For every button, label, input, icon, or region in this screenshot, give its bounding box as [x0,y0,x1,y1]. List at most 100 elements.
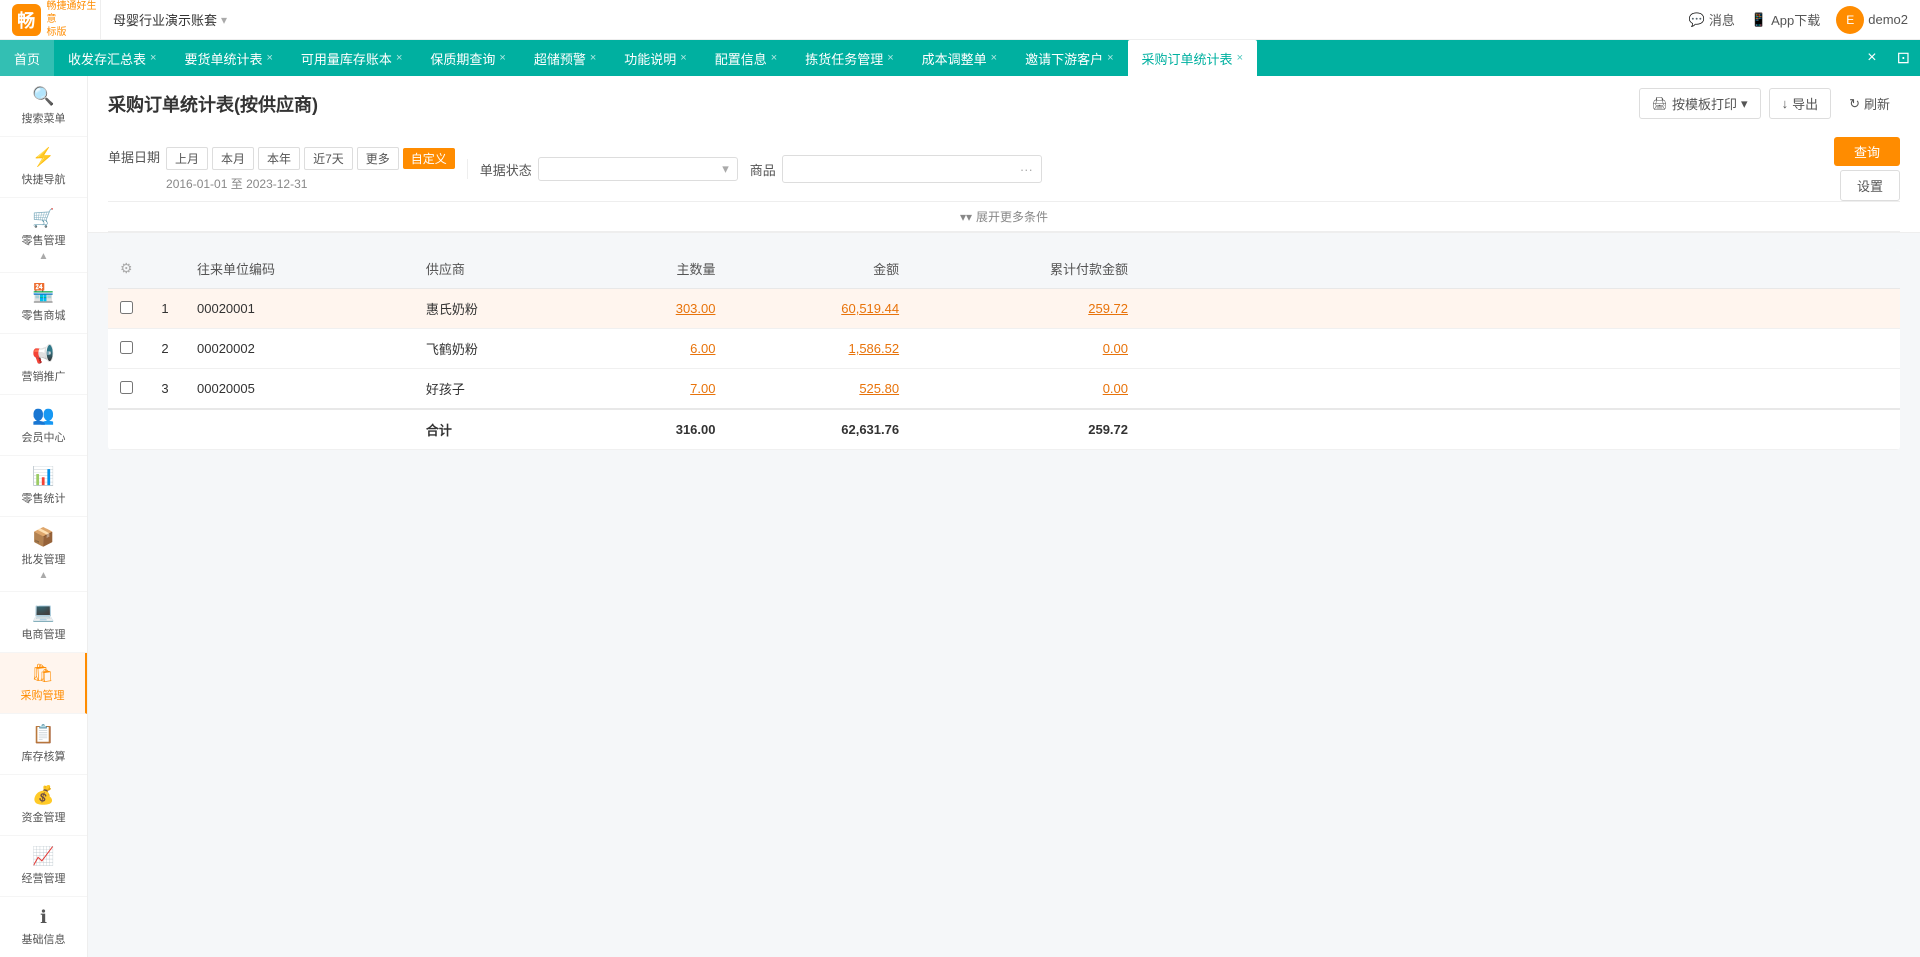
nav-tab-chao[interactable]: 超储预警× [520,40,610,76]
sidebar-label-quicknav: 快捷导航 [22,171,66,187]
nav-tab-label-peizhi: 配置信息 [715,49,767,68]
nav-expand-button[interactable]: ⊡ [1887,40,1920,76]
sidebar-item-operations[interactable]: 📈经营管理 [0,836,87,897]
print-button[interactable]: 🖨 按模板打印 ▾ [1639,88,1761,119]
refresh-button[interactable]: ↻ 刷新 [1839,89,1900,118]
sidebar-label-retail-stats: 零售统计 [22,490,66,506]
row-extra [1140,369,1900,410]
sidebar-icon-purchase: 🛍 [31,663,54,684]
nav-tab-yaoqing[interactable]: 邀请下游客户× [1011,40,1127,76]
date-custom-tag[interactable]: 自定义 [403,148,455,169]
sidebar-icon-retail: 🛒 [32,208,54,229]
row-checkbox[interactable] [120,341,133,354]
sidebar-item-finance[interactable]: 💰资金管理 [0,775,87,836]
col-settings-icon[interactable]: ⚙ [120,260,133,276]
row-paid[interactable]: 0.00 [911,369,1140,410]
nav-tab-close-kuohuo[interactable]: × [887,52,893,64]
sidebar-icon-basic: ℹ [40,907,47,928]
sidebar-expand-retail: ▲ [39,251,49,262]
sidebar-item-member[interactable]: 👥会员中心 [0,395,87,456]
nav-tab-close-shoufahu[interactable]: × [150,52,156,64]
sidebar-item-retail-stats[interactable]: 📊 零售统计 [0,456,87,517]
nav-tab-close-chengben[interactable]: × [991,52,997,64]
goods-input[interactable]: ··· [782,155,1042,183]
row-extra [1140,329,1900,369]
export-icon: ↓ [1782,96,1789,111]
filter-actions: 查询 设置 [1834,137,1900,201]
user-menu[interactable]: E demo2 [1836,6,1908,34]
row-amount[interactable]: 525.80 [727,369,911,410]
nav-tab-close-yaohuo[interactable]: × [266,52,272,64]
nav-close-button[interactable]: × [1857,40,1886,76]
user-name: demo2 [1868,12,1908,27]
expand-more-button[interactable]: ▾▾ 展开更多条件 [960,208,1048,225]
row-amount[interactable]: 60,519.44 [727,289,911,329]
row-seq: 1 [145,289,185,329]
sidebar-item-inventory[interactable]: 📋库存核算 [0,714,87,775]
nav-tab-close-chao[interactable]: × [590,52,596,64]
sidebar-item-purchase[interactable]: 🛍采购管理 [0,653,87,714]
nav-tab-keyong[interactable]: 可用量库存账本× [287,40,416,76]
row-checkbox[interactable] [120,301,133,314]
row-checkbox-cell[interactable] [108,369,145,410]
nav-tab-close-yaoqing[interactable]: × [1107,52,1113,64]
sidebar-icon-retail-stats: 📊 [32,466,54,487]
nav-tab-gongneng[interactable]: 功能说明× [610,40,700,76]
table-row: 3 00020005 好孩子 7.00 525.80 0.00 [108,369,1900,410]
sidebar-item-ecommerce[interactable]: 💻电商管理 [0,592,87,653]
row-seq: 3 [145,369,185,410]
workspace-selector[interactable]: 母婴行业演示账套 ▾ [100,0,239,39]
export-button[interactable]: ↓ 导出 [1769,88,1832,119]
sidebar-item-wholesale[interactable]: 📦批发管理▲ [0,517,87,592]
sidebar-item-retail-shop[interactable]: 🏪零售商城 [0,273,87,334]
sidebar-item-quicknav[interactable]: ⚡快捷导航 [0,137,87,198]
row-qty[interactable]: 6.00 [584,329,727,369]
nav-tab-close-gongneng[interactable]: × [680,52,686,64]
date-shortcut-this-year[interactable]: 本年 [258,147,300,170]
sidebar-label-ecommerce: 电商管理 [22,626,66,642]
nav-tab-peizhi[interactable]: 配置信息 × [701,40,791,76]
row-qty[interactable]: 7.00 [584,369,727,410]
print-arrow-icon: ▾ [1741,96,1748,112]
nav-tab-shoufahu[interactable]: 收发存汇总表× [54,40,170,76]
row-checkbox-cell[interactable] [108,329,145,369]
date-shortcut-last-month[interactable]: 上月 [166,147,208,170]
sidebar-icon-operations: 📈 [32,846,54,867]
row-paid[interactable]: 259.72 [911,289,1140,329]
nav-tab-label-caigou: 采购订单统计表 [1142,49,1233,68]
nav-tab-close-baozhi[interactable]: × [499,52,505,64]
settings-button[interactable]: 设置 [1840,170,1900,201]
date-shortcut-more[interactable]: 更多 [357,147,399,170]
sidebar-item-basic[interactable]: ℹ基础信息 [0,897,87,957]
row-checkbox[interactable] [120,381,133,394]
nav-tab-caigou[interactable]: 采购订单统计表 × [1128,40,1257,76]
app-download-icon: 📱 [1751,12,1767,28]
nav-tab-close-caigou[interactable]: × [1237,52,1243,64]
nav-tab-yaohuo[interactable]: 要货单统计表× [170,40,286,76]
nav-tab-baozhi[interactable]: 保质期查询× [416,40,519,76]
message-button[interactable]: 💬 消息 [1689,10,1735,29]
status-select[interactable]: ▾ [538,157,738,181]
avatar: E [1836,6,1864,34]
nav-tab-chengben[interactable]: 成本调整单 × [908,40,1011,76]
nav-tab-close-peizhi[interactable]: × [771,52,777,64]
nav-tab-close-keyong[interactable]: × [396,52,402,64]
nav-tab-kuohuo[interactable]: 拣货任务管理× [791,40,907,76]
date-shortcut-7days[interactable]: 近7天 [304,147,353,170]
sidebar-icon-marketing: 📢 [32,344,54,365]
query-button[interactable]: 查询 [1834,137,1900,166]
date-shortcut-this-month[interactable]: 本月 [212,147,254,170]
sidebar-item-retail[interactable]: 🛒零售管理▲ [0,198,87,273]
sidebar-label-inventory: 库存核算 [22,748,66,764]
footer-seq-cell [145,409,185,450]
filter-row: 单据日期 上月 本月 本年 近7天 更多 自定义 2016-01-01 至 20… [108,137,1900,201]
app-download-button[interactable]: 📱 App下载 [1751,10,1820,29]
nav-tab-label-chengben: 成本调整单 [922,49,987,68]
row-checkbox-cell[interactable] [108,289,145,329]
row-amount[interactable]: 1,586.52 [727,329,911,369]
row-qty[interactable]: 303.00 [584,289,727,329]
row-paid[interactable]: 0.00 [911,329,1140,369]
nav-tab-home[interactable]: 首页 [0,40,54,76]
sidebar-item-marketing[interactable]: 📢营销推广 [0,334,87,395]
sidebar-item-search[interactable]: 🔍搜索菜单 [0,76,87,137]
